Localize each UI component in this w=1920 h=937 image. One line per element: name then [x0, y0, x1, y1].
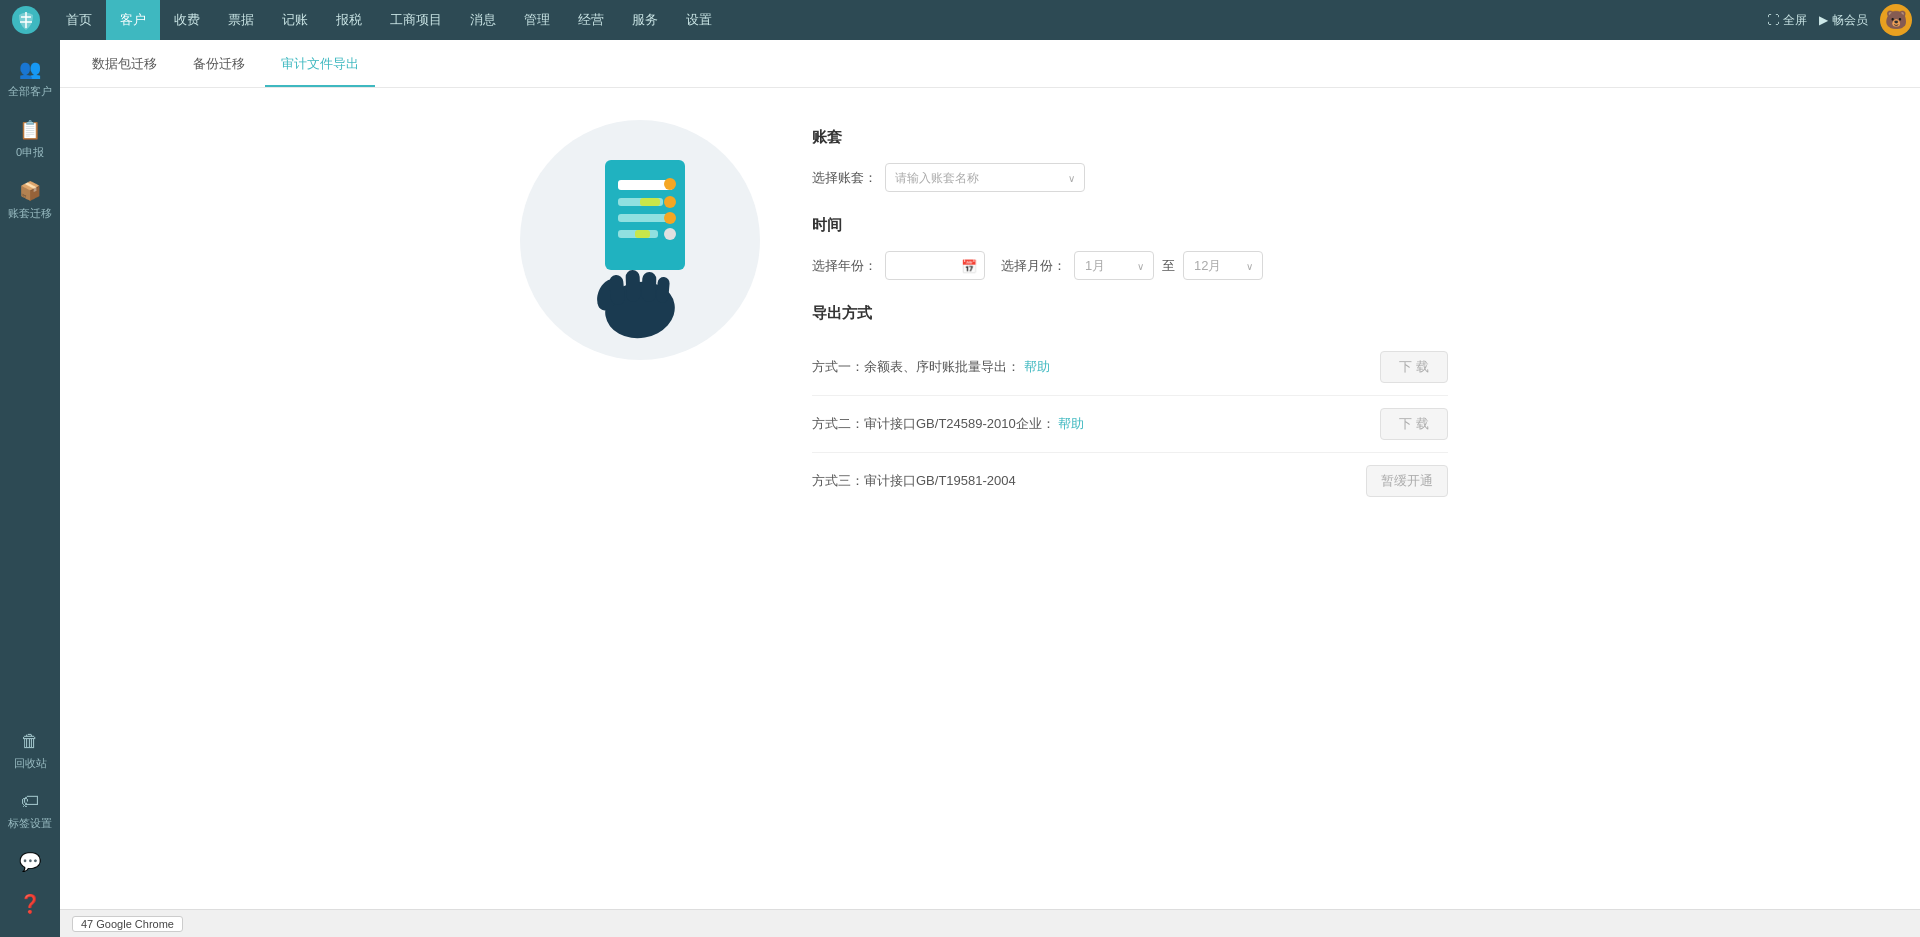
bottom-bar: 47 Google Chrome — [60, 909, 1920, 937]
year-label: 选择年份： — [812, 257, 877, 275]
account-label: 选择账套： — [812, 169, 877, 187]
svg-point-14 — [664, 212, 676, 224]
member-icon: ▶ — [1819, 13, 1828, 27]
nav-item-message[interactable]: 消息 — [456, 0, 510, 40]
fullscreen-label: 全屏 — [1783, 12, 1807, 29]
month-end-select[interactable]: 1月 2月 3月 4月 5月 6月 7月 8月 9月 10月 11月 12月 — [1183, 251, 1263, 280]
nav-item-home[interactable]: 首页 — [52, 0, 106, 40]
nav-item-accounting[interactable]: 记账 — [268, 0, 322, 40]
month-end-wrapper: 1月 2月 3月 4月 5月 6月 7月 8月 9月 10月 11月 12月 — [1183, 251, 1263, 280]
member-button[interactable]: ▶ 畅会员 — [1819, 12, 1868, 29]
svg-rect-10 — [618, 214, 668, 222]
top-nav-right: ⛶ 全屏 ▶ 畅会员 🐻 — [1767, 4, 1912, 36]
export-method-2: 方式二：审计接口GB/T24589-2010企业： 帮助 下 载 — [812, 396, 1448, 453]
export-method-2-download-button[interactable]: 下 载 — [1380, 408, 1448, 440]
tag-settings-icon: 🏷 — [21, 791, 39, 812]
nav-item-business[interactable]: 工商项目 — [376, 0, 456, 40]
nav-item-clients[interactable]: 客户 — [106, 0, 160, 40]
account-select-wrapper: 请输入账套名称 — [885, 163, 1085, 192]
nav-item-service[interactable]: 服务 — [618, 0, 672, 40]
svg-point-13 — [664, 196, 676, 208]
sidebar-item-all-clients[interactable]: 👥 全部客户 — [0, 48, 60, 109]
month-label: 选择月份： — [1001, 257, 1066, 275]
month-start-wrapper: 1月 2月 3月 4月 5月 6月 7月 8月 9月 10月 11月 12月 — [1074, 251, 1154, 280]
nav-item-operation[interactable]: 经营 — [564, 0, 618, 40]
account-section-title: 账套 — [812, 128, 1448, 147]
export-method-2-help-link[interactable]: 帮助 — [1058, 416, 1084, 431]
illustration-area — [500, 120, 780, 360]
export-method-1-download-button[interactable]: 下 载 — [1380, 351, 1448, 383]
sidebar-item-tag-settings-label: 标签设置 — [8, 816, 52, 831]
svg-rect-17 — [635, 230, 650, 238]
nav-item-bills[interactable]: 票据 — [214, 0, 268, 40]
sidebar-item-recycle[interactable]: 🗑 回收站 — [0, 721, 60, 781]
logo[interactable] — [8, 2, 44, 38]
fullscreen-icon: ⛶ — [1767, 13, 1779, 27]
export-method-3: 方式三：审计接口GB/T19581-2004 暂缓开通 — [812, 453, 1448, 509]
nav-items: 首页 客户 收费 票据 记账 报税 工商项目 消息 管理 经营 服务 设置 — [52, 0, 1767, 40]
support-icon[interactable]: ❓ — [0, 883, 60, 925]
fullscreen-button[interactable]: ⛶ 全屏 — [1767, 12, 1807, 29]
account-form-row: 选择账套： 请输入账套名称 — [812, 163, 1448, 192]
export-method-1-text: 方式一：余额表、序时账批量导出： 帮助 — [812, 358, 1050, 376]
illustration-circle — [520, 120, 760, 360]
sidebar-item-account-migration-label: 账套迁移 — [8, 206, 52, 221]
sidebar-item-zero-declaration[interactable]: 📋 0申报 — [0, 109, 60, 170]
time-form-row: 选择年份： 2023 📅 选择月份： 1月 2月 3月 4月 5月 6 — [812, 251, 1448, 280]
export-method-3-text: 方式三：审计接口GB/T19581-2004 — [812, 472, 1016, 490]
svg-rect-5 — [641, 272, 656, 302]
month-start-select[interactable]: 1月 2月 3月 4月 5月 6月 7月 8月 9月 10月 11月 12月 — [1074, 251, 1154, 280]
sidebar-item-account-migration[interactable]: 📦 账套迁移 — [0, 170, 60, 231]
year-input[interactable]: 2023 — [885, 251, 985, 280]
sidebar-item-tag-settings[interactable]: 🏷 标签设置 — [0, 781, 60, 841]
sidebar-bottom: 🗑 回收站 🏷 标签设置 💬 ❓ — [0, 721, 60, 937]
nav-item-fees[interactable]: 收费 — [160, 0, 214, 40]
year-input-wrapper: 2023 📅 — [885, 251, 985, 280]
sidebar: 👥 全部客户 📋 0申报 📦 账套迁移 🗑 回收站 🏷 标签设置 💬 ❓ — [0, 40, 60, 937]
user-avatar[interactable]: 🐻 — [1880, 4, 1912, 36]
zero-declaration-icon: 📋 — [19, 119, 41, 141]
account-select[interactable] — [885, 163, 1085, 192]
illustration-svg — [560, 140, 720, 340]
tab-audit-export[interactable]: 审计文件导出 — [265, 43, 375, 87]
main-layout: 👥 全部客户 📋 0申报 📦 账套迁移 🗑 回收站 🏷 标签设置 💬 ❓ — [0, 40, 1920, 937]
bottom-bar-label: 47 Google Chrome — [72, 916, 183, 932]
svg-point-15 — [664, 228, 676, 240]
to-label: 至 — [1162, 257, 1175, 275]
tab-bar: 数据包迁移 备份迁移 审计文件导出 — [60, 40, 1920, 88]
account-migration-icon: 📦 — [19, 180, 41, 202]
svg-rect-4 — [625, 270, 640, 302]
svg-point-12 — [664, 178, 676, 190]
export-method-2-text: 方式二：审计接口GB/T24589-2010企业： 帮助 — [812, 415, 1084, 433]
member-label: 畅会员 — [1832, 12, 1868, 29]
nav-item-tax[interactable]: 报税 — [322, 0, 376, 40]
sidebar-item-recycle-label: 回收站 — [14, 756, 47, 771]
form-area: 账套 选择账套： 请输入账套名称 时间 选择年份： 2023 — [780, 120, 1480, 509]
page-content: 账套 选择账套： 请输入账套名称 时间 选择年份： 2023 — [60, 88, 1920, 909]
export-method-1-help-link[interactable]: 帮助 — [1024, 359, 1050, 374]
sidebar-item-all-clients-label: 全部客户 — [8, 84, 52, 99]
tab-backup-migration[interactable]: 备份迁移 — [177, 43, 261, 87]
export-method-1: 方式一：余额表、序时账批量导出： 帮助 下 载 — [812, 339, 1448, 396]
sidebar-item-zero-declaration-label: 0申报 — [16, 145, 44, 160]
top-navigation: 首页 客户 收费 票据 记账 报税 工商项目 消息 管理 经营 服务 设置 ⛶ … — [0, 0, 1920, 40]
export-method-3-open-button[interactable]: 暂缓开通 — [1366, 465, 1448, 497]
tab-data-migration[interactable]: 数据包迁移 — [76, 43, 173, 87]
export-section-title: 导出方式 — [812, 304, 1448, 323]
nav-item-settings[interactable]: 设置 — [672, 0, 726, 40]
content-area: 数据包迁移 备份迁移 审计文件导出 — [60, 40, 1920, 937]
all-clients-icon: 👥 — [19, 58, 41, 80]
nav-item-manage[interactable]: 管理 — [510, 0, 564, 40]
time-section-title: 时间 — [812, 216, 1448, 235]
svg-rect-16 — [640, 198, 660, 206]
help-icon[interactable]: 💬 — [0, 841, 60, 883]
recycle-icon: 🗑 — [21, 731, 39, 752]
